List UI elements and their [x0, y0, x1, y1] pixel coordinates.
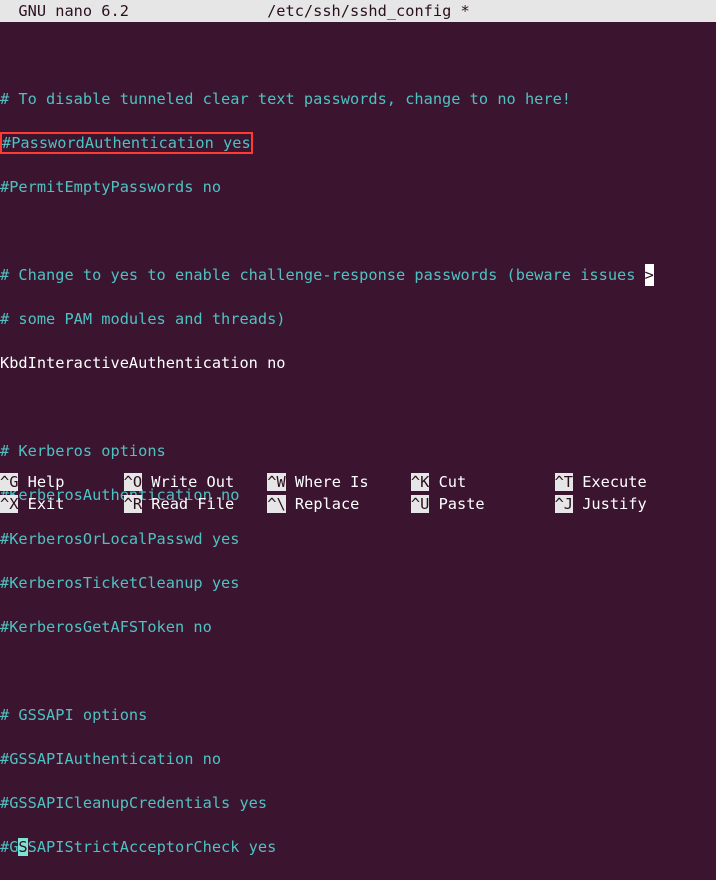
shortcut-key[interactable]: ^K — [411, 473, 429, 491]
text-line: #GSSAPICleanupCredentials yes — [0, 792, 716, 814]
text-line: KbdInteractiveAuthentication no — [0, 352, 716, 374]
text-line: #KerberosTicketCleanup yes — [0, 572, 716, 594]
app-title: GNU nano 6.2 — [0, 2, 129, 20]
shortcut-key[interactable]: ^\ — [267, 495, 285, 513]
shortcut-key[interactable]: ^G — [0, 473, 18, 491]
shortcut-label: Where Is — [295, 471, 411, 493]
shortcut-key[interactable]: ^U — [411, 495, 429, 513]
text-line — [0, 220, 716, 242]
text-line: # GSSAPI options — [0, 704, 716, 726]
shortcut-label: Write Out — [151, 471, 267, 493]
text-line: #GSSAPIAuthentication no — [0, 748, 716, 770]
shortcut-label: Paste — [439, 493, 555, 515]
shortcut-key[interactable]: ^W — [267, 473, 285, 491]
shortcut-bar: ^G Help^O Write Out^W Where Is^K Cut^T E… — [0, 471, 716, 515]
shortcut-label: Read File — [151, 493, 267, 515]
shortcut-label: Cut — [439, 471, 555, 493]
shortcut-key[interactable]: ^J — [555, 495, 573, 513]
shortcut-label: Justify — [582, 495, 646, 513]
text-line: #PasswordAuthentication yes — [0, 132, 716, 154]
text-line: # To disable tunneled clear text passwor… — [0, 88, 716, 110]
shortcut-label: Exit — [28, 493, 124, 515]
shortcut-key[interactable]: ^R — [124, 495, 142, 513]
editor-area[interactable]: # To disable tunneled clear text passwor… — [0, 22, 716, 880]
text-line: # some PAM modules and threads) — [0, 308, 716, 330]
text-line: #GSSAPIStrictAcceptorCheck yes — [0, 836, 716, 858]
text-line — [0, 396, 716, 418]
text-line: # Kerberos options — [0, 440, 716, 462]
shortcut-label: Execute — [582, 473, 646, 491]
titlebar: GNU nano 6.2 /etc/ssh/sshd_config * — [0, 0, 716, 22]
text-line: #PermitEmptyPasswords no — [0, 176, 716, 198]
shortcut-row: ^X Exit^R Read File^\ Replace^U Paste^J … — [0, 493, 716, 515]
shortcut-label: Replace — [295, 493, 411, 515]
text-line — [0, 660, 716, 682]
shortcut-key[interactable]: ^O — [124, 473, 142, 491]
text-line: # Change to yes to enable challenge-resp… — [0, 264, 716, 286]
highlighted-config-line: #PasswordAuthentication yes — [0, 132, 253, 154]
text-line — [0, 44, 716, 66]
line-overflow-indicator: > — [645, 264, 654, 286]
text-line: #KerberosGetAFSToken no — [0, 616, 716, 638]
text-line: #KerberosOrLocalPasswd yes — [0, 528, 716, 550]
file-path: /etc/ssh/sshd_config * — [267, 2, 470, 20]
shortcut-key[interactable]: ^X — [0, 495, 18, 513]
shortcut-label: Help — [28, 471, 124, 493]
cursor: S — [18, 838, 27, 856]
shortcut-row: ^G Help^O Write Out^W Where Is^K Cut^T E… — [0, 471, 716, 493]
shortcut-key[interactable]: ^T — [555, 473, 573, 491]
